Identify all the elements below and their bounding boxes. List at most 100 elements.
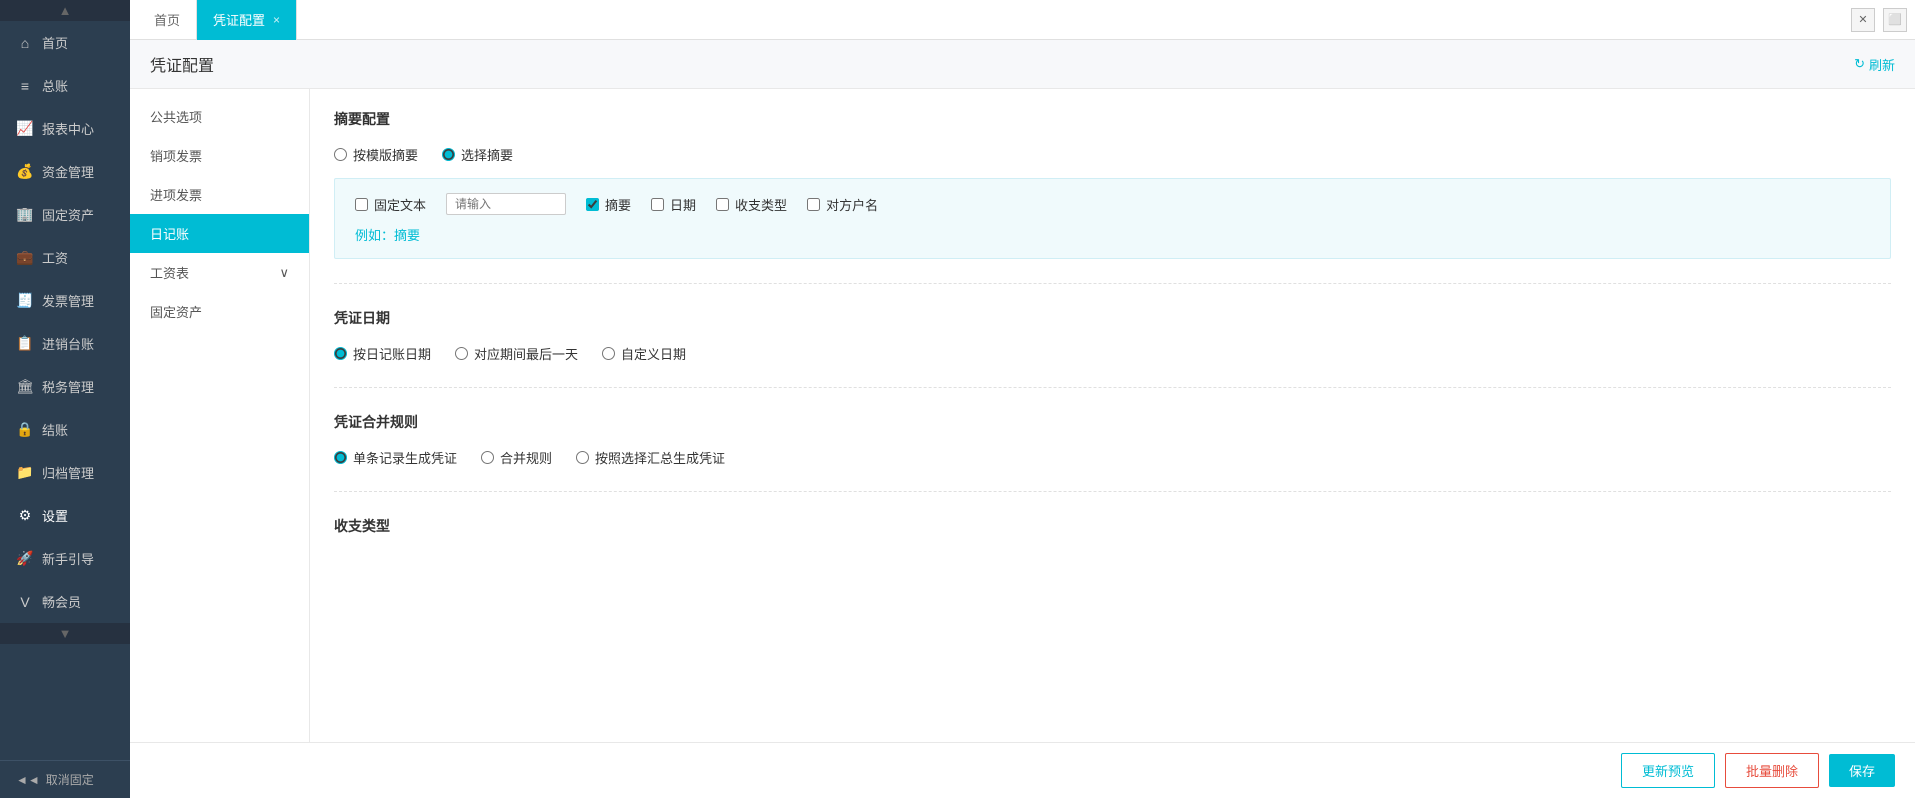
page-title: 凭证配置 (150, 52, 214, 76)
home-icon: ⌂ (16, 35, 34, 51)
summary-radio-group: 按模版摘要 选择摘要 (334, 145, 1891, 164)
left-nav-journal[interactable]: 日记账 (130, 214, 309, 253)
sidebar-item-invoice-mgmt[interactable]: 🧾 发票管理 (0, 279, 130, 322)
tab-voucher-config[interactable]: 凭证配置 × (197, 0, 297, 40)
income-type-checkbox[interactable] (716, 198, 729, 211)
archive-icon: 📁 (16, 464, 34, 481)
by-selection-option[interactable]: 按照选择汇总生成凭证 (576, 448, 725, 467)
sidebar-item-assets[interactable]: 🏢 固定资产 (0, 193, 130, 236)
member-icon: V (16, 594, 34, 610)
date-check-option[interactable]: 日期 (651, 195, 696, 214)
sidebar-item-reports[interactable]: 📈 报表中心 (0, 107, 130, 150)
merge-rule-title: 凭证合并规则 (334, 412, 1891, 432)
by-selection-radio[interactable] (576, 451, 589, 464)
sidebar-item-settings[interactable]: ⚙ 设置 (0, 494, 130, 537)
summary-options-row: 固定文本 摘要 日期 收支类型 (355, 193, 1870, 215)
tab-home[interactable]: 首页 (138, 0, 197, 40)
settings-icon: ⚙ (16, 507, 34, 524)
voucher-date-title: 凭证日期 (334, 308, 1891, 328)
tab-bar: 首页 凭证配置 × ✕ ⬜ (130, 0, 1915, 40)
single-record-radio[interactable] (334, 451, 347, 464)
left-nav-purchase-invoice[interactable]: 进项发票 (130, 175, 309, 214)
counterparty-check-option[interactable]: 对方户名 (807, 195, 878, 214)
counterparty-checkbox[interactable] (807, 198, 820, 211)
sidebar-item-ledger[interactable]: ≡ 总账 (0, 64, 130, 107)
tax-icon: 🏛 (16, 378, 34, 395)
summary-check-option[interactable]: 摘要 (586, 195, 631, 214)
sidebar-item-member[interactable]: V 畅会员 (0, 580, 130, 623)
sidebar-item-home[interactable]: ⌂ 首页 (0, 21, 130, 64)
left-nav-sales-invoice[interactable]: 销项发票 (130, 136, 309, 175)
by-date-option[interactable]: 按日记账日期 (334, 344, 431, 363)
save-button[interactable]: 保存 (1829, 754, 1895, 787)
sales-ledger-icon: 📋 (16, 335, 34, 352)
single-record-option[interactable]: 单条记录生成凭证 (334, 448, 457, 467)
merge-rule-section: 凭证合并规则 单条记录生成凭证 合并规则 按照选择汇总生成凭证 (334, 412, 1891, 492)
update-preview-button[interactable]: 更新预览 (1621, 753, 1715, 788)
sidebar-unpin-button[interactable]: ◄◄ 取消固定 (0, 760, 130, 798)
page-header: 凭证配置 ↻ 刷新 (130, 40, 1915, 89)
income-type-section: 收支类型 (334, 516, 1891, 576)
funds-icon: 💰 (16, 163, 34, 180)
left-nav-public[interactable]: 公共选项 (130, 97, 309, 136)
date-checkbox[interactable] (651, 198, 664, 211)
voucher-date-section: 凭证日期 按日记账日期 对应期间最后一天 自定义日期 (334, 308, 1891, 388)
sidebar-scroll-up[interactable]: ▲ (0, 0, 130, 21)
batch-delete-button[interactable]: 批量删除 (1725, 753, 1819, 788)
last-day-option[interactable]: 对应期间最后一天 (455, 344, 578, 363)
refresh-button[interactable]: ↻ 刷新 (1854, 55, 1895, 74)
income-type-title: 收支类型 (334, 516, 1891, 536)
tab-close-window-button[interactable]: ✕ (1851, 8, 1875, 32)
main-area: 首页 凭证配置 × ✕ ⬜ 凭证配置 ↻ 刷新 公共选项 销项发票 进 (130, 0, 1915, 798)
content-wrapper: 公共选项 销项发票 进项发票 日记账 工资表 ∨ 固定资产 摘要配置 (130, 89, 1915, 742)
sidebar-item-closing[interactable]: 🔒 结账 (0, 408, 130, 451)
ledger-icon: ≡ (16, 78, 34, 94)
left-nav-salary-table[interactable]: 工资表 ∨ (130, 253, 309, 292)
footer-bar: 更新预览 批量删除 保存 (130, 742, 1915, 798)
sidebar-item-tax[interactable]: 🏛 税务管理 (0, 365, 130, 408)
closing-icon: 🔒 (16, 421, 34, 438)
merge-radio[interactable] (481, 451, 494, 464)
summary-template-radio[interactable] (334, 148, 347, 161)
sidebar: ▲ ⌂ 首页 ≡ 总账 📈 报表中心 💰 资金管理 🏢 固定资产 💼 工资 🧾 … (0, 0, 130, 798)
sidebar-item-funds[interactable]: 💰 资金管理 (0, 150, 130, 193)
tab-controls: ✕ ⬜ (1851, 8, 1907, 32)
summary-checkbox[interactable] (586, 198, 599, 211)
tab-restore-button[interactable]: ⬜ (1883, 8, 1907, 32)
arrow-down-icon: ∨ (279, 265, 289, 281)
sidebar-scroll-down[interactable]: ▼ (0, 623, 130, 644)
summary-template-option[interactable]: 按模版摘要 (334, 145, 418, 164)
refresh-icon: ↻ (1854, 56, 1865, 72)
summary-config-title: 摘要配置 (334, 109, 1891, 129)
summary-config-section: 摘要配置 按模版摘要 选择摘要 固定文本 (334, 109, 1891, 284)
summary-inner-box: 固定文本 摘要 日期 收支类型 (334, 178, 1891, 259)
tab-close-button[interactable]: × (273, 13, 280, 27)
summary-preview-text: 例如：摘要 (355, 225, 1870, 244)
invoice-mgmt-icon: 🧾 (16, 292, 34, 309)
salary-icon: 💼 (16, 249, 34, 266)
voucher-date-radio-group: 按日记账日期 对应期间最后一天 自定义日期 (334, 344, 1891, 363)
assets-icon: 🏢 (16, 206, 34, 223)
left-nav: 公共选项 销项发票 进项发票 日记账 工资表 ∨ 固定资产 (130, 89, 310, 742)
by-date-radio[interactable] (334, 347, 347, 360)
merge-rule-option[interactable]: 合并规则 (481, 448, 552, 467)
custom-date-option[interactable]: 自定义日期 (602, 344, 686, 363)
fixed-text-option[interactable]: 固定文本 (355, 195, 426, 214)
summary-select-radio[interactable] (442, 148, 455, 161)
pin-icon: ◄◄ (16, 773, 40, 787)
left-nav-fixed-assets[interactable]: 固定资产 (130, 292, 309, 331)
right-content: 摘要配置 按模版摘要 选择摘要 固定文本 (310, 89, 1915, 742)
sidebar-item-guide[interactable]: 🚀 新手引导 (0, 537, 130, 580)
sidebar-item-sales-ledger[interactable]: 📋 进销台账 (0, 322, 130, 365)
custom-date-radio[interactable] (602, 347, 615, 360)
fixed-text-checkbox[interactable] (355, 198, 368, 211)
sidebar-item-archive[interactable]: 📁 归档管理 (0, 451, 130, 494)
merge-rule-radio-group: 单条记录生成凭证 合并规则 按照选择汇总生成凭证 (334, 448, 1891, 467)
sidebar-item-salary[interactable]: 💼 工资 (0, 236, 130, 279)
summary-select-option[interactable]: 选择摘要 (442, 145, 513, 164)
fixed-text-input[interactable] (446, 193, 566, 215)
guide-icon: 🚀 (16, 550, 34, 567)
reports-icon: 📈 (16, 120, 34, 137)
income-type-check-option[interactable]: 收支类型 (716, 195, 787, 214)
last-day-radio[interactable] (455, 347, 468, 360)
